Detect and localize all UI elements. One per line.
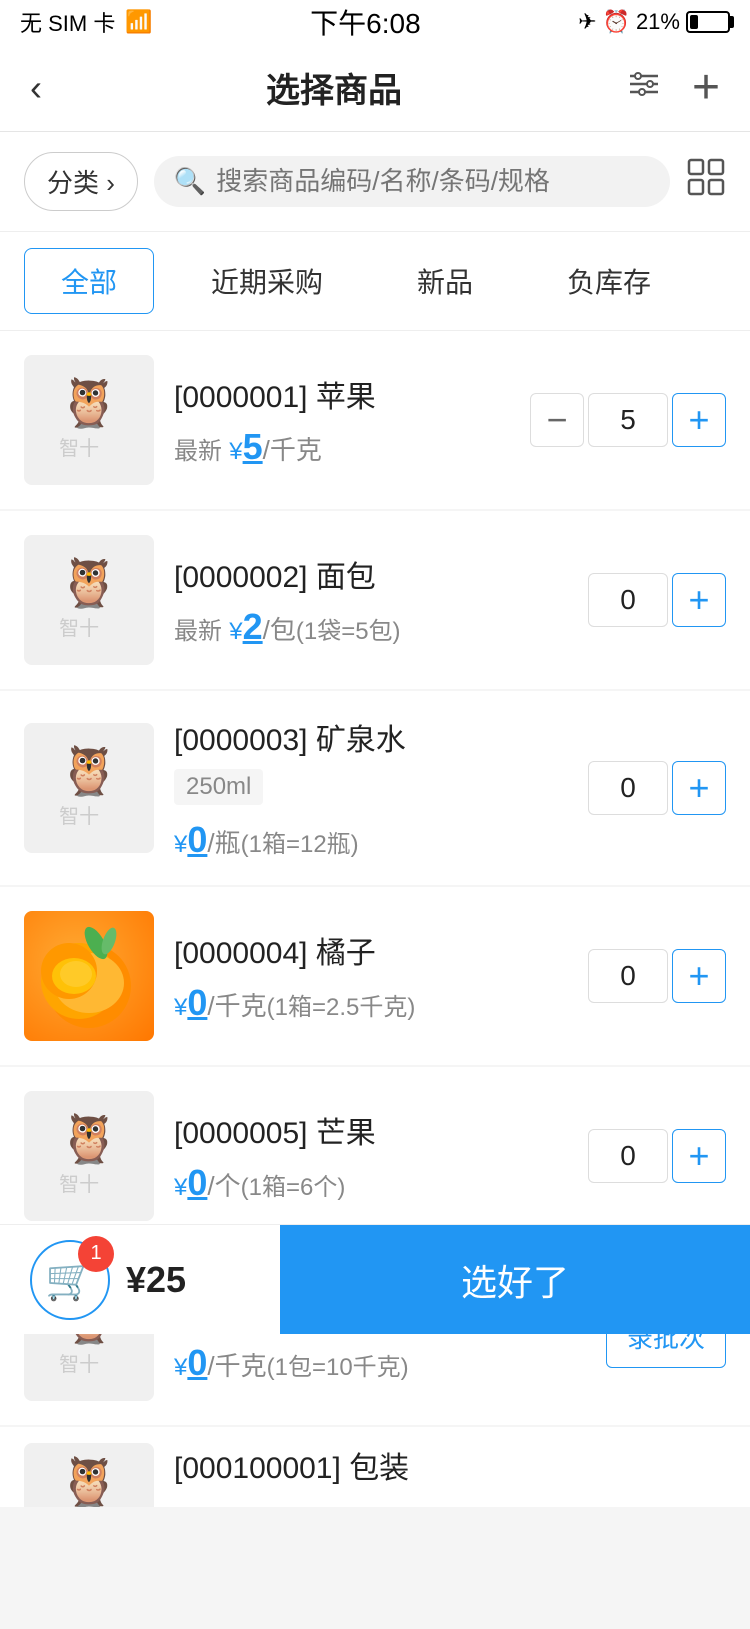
confirm-button[interactable]: 选好了 bbox=[280, 1225, 750, 1334]
product-price-0000001: 最新 ¥5/千克 bbox=[174, 426, 510, 468]
product-price-0000005: ¥0/个(1箱=6个) bbox=[174, 1162, 568, 1204]
qty-minus-0000001[interactable]: − bbox=[530, 393, 584, 447]
location-icon: ✈ bbox=[578, 9, 596, 35]
qty-plus-0000004[interactable]: + bbox=[672, 949, 726, 1003]
filter-search-bar: 分类 › 🔍 bbox=[0, 132, 750, 232]
bottom-bar: 🛒 1 ¥25 选好了 bbox=[0, 1224, 750, 1334]
qty-plus-0000002[interactable]: + bbox=[672, 573, 726, 627]
back-button[interactable]: ‹ bbox=[30, 67, 42, 109]
battery-icon bbox=[686, 11, 730, 33]
product-info-0000001: [0000001] 苹果 最新 ¥5/千克 bbox=[174, 372, 510, 468]
product-name-0000004: [0000004] 橘子 bbox=[174, 928, 568, 972]
search-icon: 🔍 bbox=[174, 166, 206, 197]
owl-logo: 🦉 bbox=[59, 380, 119, 428]
product-image-0000002: 🦉 智十 bbox=[24, 535, 154, 665]
product-item-0000005: 🦉 智十 [0000005] 芒果 ¥0/个(1箱=6个) + bbox=[0, 1067, 750, 1245]
page-title: 选择商品 bbox=[266, 63, 402, 112]
product-info-0000003: [0000003] 矿泉水 250ml ¥0/瓶(1箱=12瓶) bbox=[174, 715, 568, 861]
status-carrier: 无 SIM 卡 📶 bbox=[20, 6, 153, 38]
owl-logo-2: 🦉 bbox=[59, 560, 119, 608]
add-button[interactable]: + bbox=[692, 60, 720, 115]
filter-button[interactable] bbox=[626, 63, 662, 113]
qty-controls-0000004: + bbox=[588, 949, 726, 1003]
qty-input-0000002[interactable] bbox=[588, 573, 668, 627]
tab-recent[interactable]: 近期采购 bbox=[174, 248, 360, 314]
status-time: 下午6:08 bbox=[310, 2, 421, 42]
cart-icon[interactable]: 🛒 1 bbox=[30, 1240, 110, 1320]
qty-plus-0000001[interactable]: + bbox=[672, 393, 726, 447]
owl-logo-7: 🦉 bbox=[59, 1459, 119, 1507]
product-item-0000002: 🦉 智十 [0000002] 面包 最新 ¥2/包(1袋=5包) + bbox=[0, 511, 750, 689]
product-name-0000003: [0000003] 矿泉水 bbox=[174, 715, 568, 759]
qty-controls-0000001: − + bbox=[530, 393, 726, 447]
product-spec-0000003: 250ml bbox=[174, 769, 263, 805]
nav-right-actions: + bbox=[626, 60, 720, 115]
product-item-000100001: 🦉 [000100001] 包装 bbox=[0, 1427, 750, 1507]
qty-input-0000003[interactable] bbox=[588, 761, 668, 815]
tab-negative[interactable]: 负库存 bbox=[530, 248, 688, 314]
product-price-0000003: ¥0/瓶(1箱=12瓶) bbox=[174, 819, 568, 861]
nav-bar: ‹ 选择商品 + bbox=[0, 44, 750, 132]
qty-controls-0000005: + bbox=[588, 1129, 726, 1183]
tab-bar: 全部 近期采购 新品 负库存 bbox=[0, 232, 750, 331]
product-image-0000005: 🦉 智十 bbox=[24, 1091, 154, 1221]
product-item-0000003: 🦉 智十 [0000003] 矿泉水 250ml ¥0/瓶(1箱=12瓶) + bbox=[0, 691, 750, 885]
tab-new[interactable]: 新品 bbox=[380, 248, 510, 314]
category-button[interactable]: 分类 › bbox=[24, 152, 138, 211]
product-image-0000003: 🦉 智十 bbox=[24, 723, 154, 853]
product-image-000100001: 🦉 bbox=[24, 1443, 154, 1507]
product-price-0000004: ¥0/千克(1箱=2.5千克) bbox=[174, 982, 568, 1024]
product-image-0000004 bbox=[24, 911, 154, 1041]
product-info-0000002: [0000002] 面包 最新 ¥2/包(1袋=5包) bbox=[174, 552, 568, 648]
qty-plus-0000005[interactable]: + bbox=[672, 1129, 726, 1183]
search-box: 🔍 bbox=[154, 156, 670, 207]
search-input[interactable] bbox=[216, 166, 650, 197]
wifi-icon: 📶 bbox=[125, 9, 152, 35]
carrier-text: 无 SIM 卡 bbox=[20, 6, 115, 38]
product-image-0000001: 🦉 智十 bbox=[24, 355, 154, 485]
product-info-0000004: [0000004] 橘子 ¥0/千克(1箱=2.5千克) bbox=[174, 928, 568, 1024]
qty-input-0000001[interactable] bbox=[588, 393, 668, 447]
qty-input-0000004[interactable] bbox=[588, 949, 668, 1003]
product-item-0000001: 🦉 智十 [0000001] 苹果 最新 ¥5/千克 − + bbox=[0, 331, 750, 509]
product-price-0000006: ¥0/千克(1包=10千克) bbox=[174, 1342, 586, 1384]
product-name-0000005: [0000005] 芒果 bbox=[174, 1108, 568, 1152]
qty-controls-0000003: + bbox=[588, 761, 726, 815]
qty-input-0000005[interactable] bbox=[588, 1129, 668, 1183]
qty-plus-0000003[interactable]: + bbox=[672, 761, 726, 815]
product-name-000100001: [000100001] 包装 bbox=[174, 1443, 726, 1487]
scan-button[interactable] bbox=[686, 157, 726, 207]
tab-all[interactable]: 全部 bbox=[24, 248, 154, 314]
product-name-0000001: [0000001] 苹果 bbox=[174, 372, 510, 416]
cart-total: ¥25 bbox=[126, 1259, 186, 1301]
status-bar: 无 SIM 卡 📶 下午6:08 ✈ ⏰ 21% bbox=[0, 0, 750, 44]
product-info-0000005: [0000005] 芒果 ¥0/个(1箱=6个) bbox=[174, 1108, 568, 1204]
product-name-0000002: [0000002] 面包 bbox=[174, 552, 568, 596]
battery-text: 21% bbox=[636, 9, 680, 35]
cart-section: 🛒 1 ¥25 bbox=[0, 1240, 280, 1320]
alarm-icon: ⏰ bbox=[603, 9, 630, 35]
owl-logo-3: 🦉 bbox=[59, 748, 119, 796]
owl-logo-5: 🦉 bbox=[59, 1116, 119, 1164]
cart-badge: 1 bbox=[78, 1236, 114, 1272]
status-right: ✈ ⏰ 21% bbox=[578, 9, 730, 35]
qty-controls-0000002: + bbox=[588, 573, 726, 627]
product-item-0000004: [0000004] 橘子 ¥0/千克(1箱=2.5千克) + bbox=[0, 887, 750, 1065]
product-price-0000002: 最新 ¥2/包(1袋=5包) bbox=[174, 606, 568, 648]
product-info-000100001: [000100001] 包装 bbox=[174, 1443, 726, 1497]
